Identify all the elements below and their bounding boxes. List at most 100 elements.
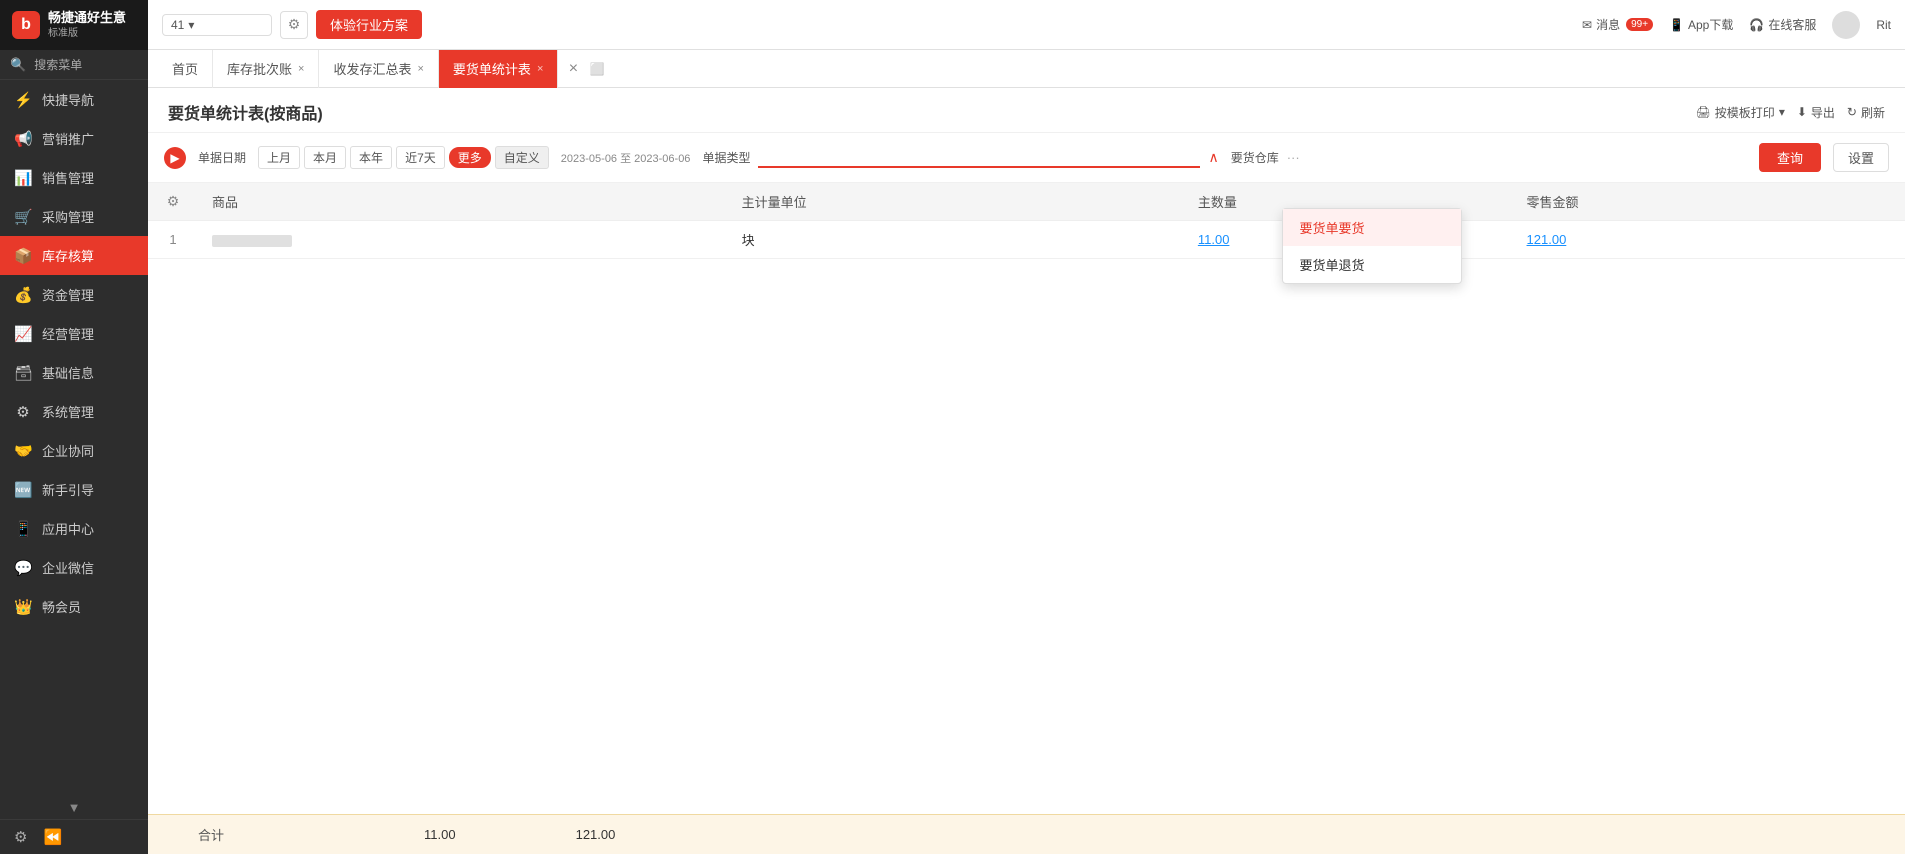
footer-quantity: 11.00 bbox=[424, 827, 456, 842]
guide-label: 新手引导 bbox=[42, 480, 94, 499]
sales-icon: 📊 bbox=[14, 169, 32, 187]
enterprise-icon: 🤝 bbox=[14, 442, 32, 460]
export-label: 导出 bbox=[1811, 104, 1835, 121]
online-service-button[interactable]: 🎧 在线客服 bbox=[1749, 16, 1816, 33]
tab-order-stat[interactable]: 要货单统计表 × bbox=[439, 50, 558, 88]
close-all-tabs[interactable]: × bbox=[562, 58, 584, 80]
type-filter-section: 单据类型 ∧ 要货单要货 要货单退货 bbox=[702, 148, 1218, 168]
guide-icon: 🆕 bbox=[14, 481, 32, 499]
type-filter-input[interactable] bbox=[758, 148, 1200, 168]
data-table: ⚙ 商品 主计量单位 主数量 零售金额 1 块 11.00 bbox=[148, 183, 1905, 259]
dropdown-item-order-return[interactable]: 要货单退货 bbox=[1283, 246, 1461, 283]
type-filter-arrow[interactable]: ∧ bbox=[1208, 149, 1218, 166]
sidebar-bottom: ⚙ ⏪ bbox=[0, 819, 148, 854]
page-header: 要货单统计表(按商品) 🖨 按模板打印 ▾ ⬇ 导出 ↻ 刷新 bbox=[148, 88, 1905, 133]
current-month-btn[interactable]: 本月 bbox=[304, 146, 346, 169]
app-download-label: App下载 bbox=[1688, 16, 1733, 33]
type-dropdown: 要货单要货 要货单退货 bbox=[1282, 208, 1462, 284]
th-unit: 主计量单位 bbox=[728, 183, 1184, 221]
sidebar-item-system[interactable]: ⚙ 系统管理 bbox=[0, 392, 148, 431]
tab-collect-close[interactable]: × bbox=[417, 63, 423, 75]
settings-icon[interactable]: ⚙ bbox=[14, 828, 27, 846]
row-unit: 块 bbox=[728, 221, 1184, 259]
app-download-button[interactable]: 📱 App下载 bbox=[1669, 16, 1733, 33]
type-filter-label: 单据类型 bbox=[702, 149, 750, 166]
members-label: 畅会员 bbox=[42, 597, 81, 616]
wechat-label: 企业微信 bbox=[42, 558, 94, 577]
th-product: 商品 bbox=[198, 183, 728, 221]
purchase-icon: 🛒 bbox=[14, 208, 32, 226]
sidebar-item-quick-nav[interactable]: ⚡ 快捷导航 bbox=[0, 80, 148, 119]
tab-batch-close[interactable]: × bbox=[298, 63, 304, 75]
sidebar-search[interactable]: 🔍 搜索菜单 bbox=[0, 50, 148, 80]
sidebar-item-wechat[interactable]: 💬 企业微信 bbox=[0, 548, 148, 587]
warehouse-filter-more[interactable]: ··· bbox=[1287, 150, 1300, 165]
tab-batch[interactable]: 库存批次账 × bbox=[213, 50, 319, 88]
user-avatar[interactable] bbox=[1832, 11, 1860, 39]
logo-icon: b bbox=[12, 11, 40, 39]
sidebar-item-members[interactable]: 👑 畅会员 bbox=[0, 587, 148, 626]
industry-button[interactable]: 体验行业方案 bbox=[316, 10, 422, 39]
column-settings-icon[interactable]: ⚙ bbox=[167, 193, 180, 209]
prev-month-btn[interactable]: 上月 bbox=[258, 146, 300, 169]
sidebar-item-operation[interactable]: 📈 经营管理 bbox=[0, 314, 148, 353]
notification-badge: 99+ bbox=[1626, 18, 1653, 31]
sidebar-item-basic[interactable]: 🗃 基础信息 bbox=[0, 353, 148, 392]
store-name: 41 bbox=[171, 18, 184, 32]
row-product bbox=[198, 221, 728, 259]
enterprise-label: 企业协同 bbox=[42, 441, 94, 460]
row-amount[interactable]: 121.00 bbox=[1513, 221, 1905, 259]
topbar-right: ✉ 消息 99+ 📱 App下载 🎧 在线客服 Rit bbox=[1582, 11, 1891, 39]
user-name[interactable]: Rit bbox=[1876, 18, 1891, 32]
tab-order-stat-close[interactable]: × bbox=[537, 63, 543, 75]
sidebar-item-guide[interactable]: 🆕 新手引导 bbox=[0, 470, 148, 509]
message-button[interactable]: ✉ 消息 99+ bbox=[1582, 16, 1653, 33]
topbar-gear-button[interactable]: ⚙ bbox=[280, 11, 308, 39]
collapse-icon[interactable]: ⏪ bbox=[43, 828, 62, 846]
last7days-btn[interactable]: 近7天 bbox=[396, 146, 445, 169]
expand-tabs[interactable]: ⬜ bbox=[586, 58, 608, 80]
page-title: 要货单统计表(按商品) bbox=[168, 100, 323, 124]
query-button[interactable]: 查询 bbox=[1759, 143, 1821, 172]
operation-icon: 📈 bbox=[14, 325, 32, 343]
members-icon: 👑 bbox=[14, 598, 32, 616]
store-selector[interactable]: 41 ▾ bbox=[162, 14, 272, 36]
export-icon: ⬇ bbox=[1797, 105, 1807, 119]
date-range-display: 2023-05-06 至 2023-06-06 bbox=[561, 150, 691, 166]
dropdown-item-order-goods[interactable]: 要货单要货 bbox=[1283, 209, 1461, 246]
custom-date-btn[interactable]: 自定义 bbox=[495, 146, 549, 169]
footer-amount: 121.00 bbox=[576, 827, 616, 842]
sidebar-item-finance[interactable]: 💰 资金管理 bbox=[0, 275, 148, 314]
basic-label: 基础信息 bbox=[42, 363, 94, 382]
refresh-button[interactable]: ↻ 刷新 bbox=[1847, 104, 1885, 121]
more-dates-btn[interactable]: 更多 bbox=[449, 147, 491, 168]
table-row: 1 块 11.00 121.00 bbox=[148, 221, 1905, 259]
row-index: 1 bbox=[148, 221, 198, 259]
sidebar-item-appstore[interactable]: 📱 应用中心 bbox=[0, 509, 148, 548]
filter-expand-button[interactable]: ▶ bbox=[164, 147, 186, 169]
app-logo: b 畅捷通好生意 标准版 bbox=[0, 0, 148, 50]
phone-icon: 📱 bbox=[1669, 18, 1684, 32]
print-template-button[interactable]: 🖨 按模板打印 ▾ bbox=[1696, 104, 1785, 121]
sidebar-item-inventory[interactable]: 📦 库存核算 bbox=[0, 236, 148, 275]
sidebar-scroll-down[interactable]: ▼ bbox=[0, 796, 148, 819]
settings-button[interactable]: 设置 bbox=[1833, 143, 1889, 172]
tab-home[interactable]: 首页 bbox=[158, 50, 213, 88]
sidebar-item-enterprise[interactable]: 🤝 企业协同 bbox=[0, 431, 148, 470]
search-label: 搜索菜单 bbox=[34, 56, 82, 73]
tab-home-label: 首页 bbox=[172, 59, 198, 78]
main-area: 41 ▾ ⚙ 体验行业方案 ✉ 消息 99+ 📱 App下载 🎧 在线客服 Ri… bbox=[148, 0, 1905, 854]
sidebar-item-sales[interactable]: 📊 销售管理 bbox=[0, 158, 148, 197]
tab-batch-label: 库存批次账 bbox=[227, 59, 292, 78]
sidebar-item-marketing[interactable]: 📢 营销推广 bbox=[0, 119, 148, 158]
appstore-label: 应用中心 bbox=[42, 519, 94, 538]
table-area: ⚙ 商品 主计量单位 主数量 零售金额 1 块 11.00 bbox=[148, 183, 1905, 319]
export-button[interactable]: ⬇ 导出 bbox=[1797, 104, 1835, 121]
th-gear[interactable]: ⚙ bbox=[148, 183, 198, 221]
footer-label: 合计 bbox=[162, 825, 224, 844]
topbar-left: 41 ▾ ⚙ 体验行业方案 bbox=[162, 10, 1572, 39]
current-year-btn[interactable]: 本年 bbox=[350, 146, 392, 169]
sidebar-item-purchase[interactable]: 🛒 采购管理 bbox=[0, 197, 148, 236]
tab-collect[interactable]: 收发存汇总表 × bbox=[319, 50, 438, 88]
page-content: 要货单统计表(按商品) 🖨 按模板打印 ▾ ⬇ 导出 ↻ 刷新 bbox=[148, 88, 1905, 854]
